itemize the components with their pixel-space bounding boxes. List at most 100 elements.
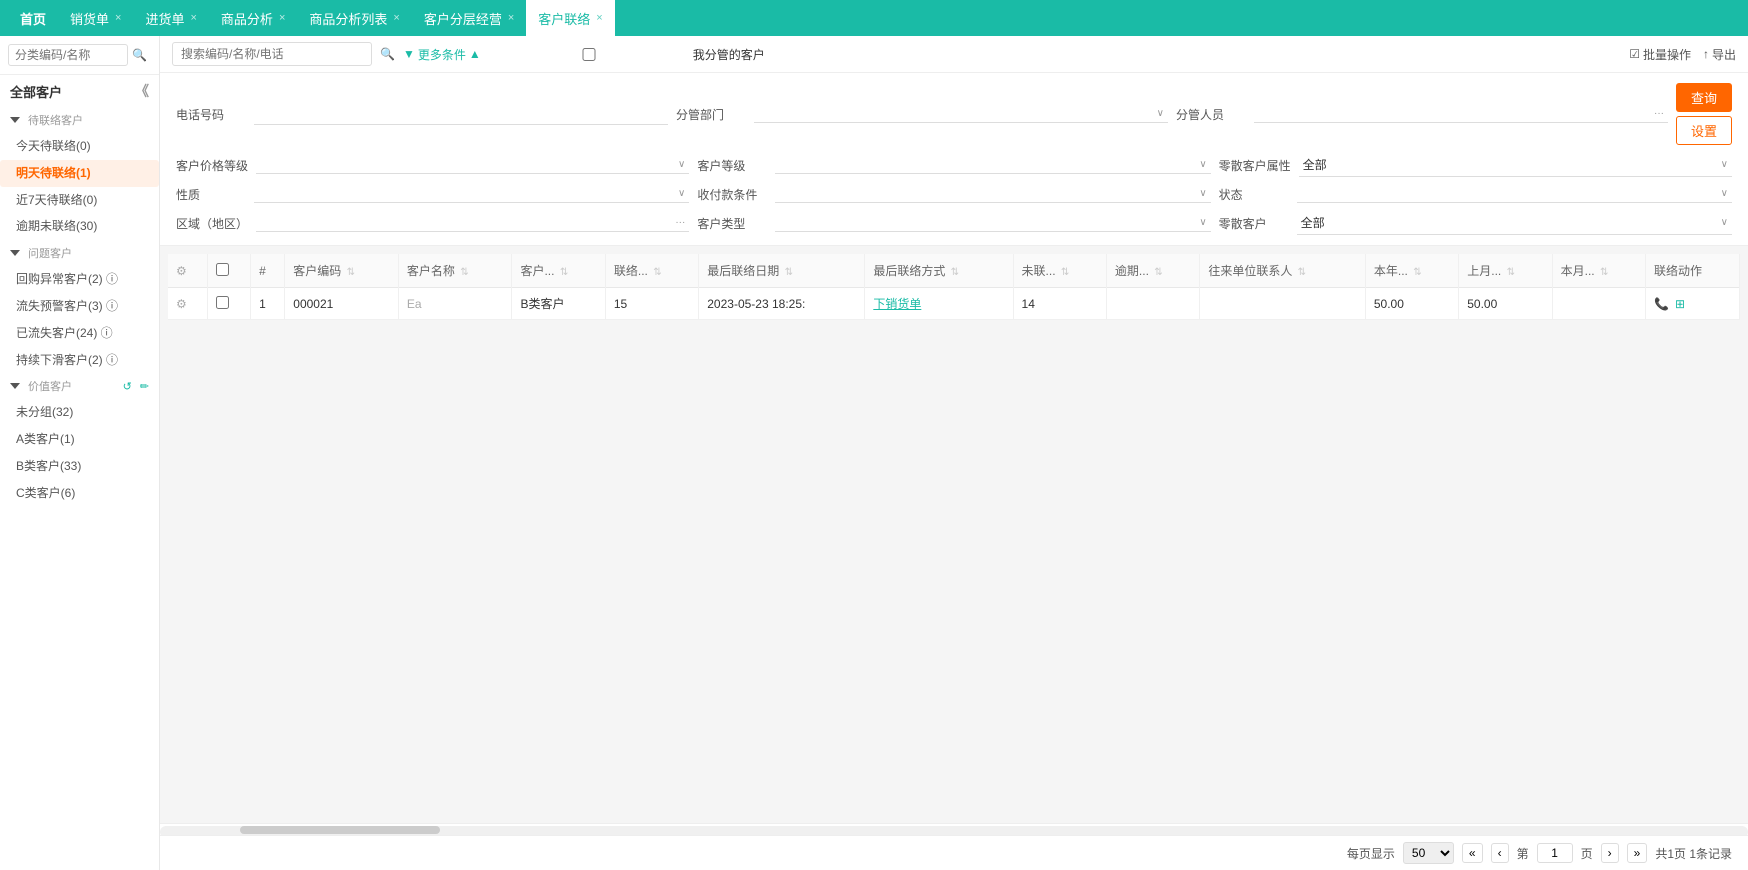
area-field: 区域（地区） ··· [176, 214, 689, 232]
close-customer-tier-icon[interactable]: × [508, 12, 514, 24]
nav-customer-contact[interactable]: 客户联络 × [526, 0, 614, 36]
row-gear[interactable]: ⚙ [168, 288, 207, 320]
gear-col-header[interactable]: ⚙ [168, 254, 207, 288]
col-unit-contact[interactable]: 往来单位联系人 ⇅ [1200, 254, 1366, 288]
customer-type-select[interactable]: ∨ [775, 214, 1210, 232]
sidebar-item-class-a[interactable]: A类客户(1) [0, 426, 159, 453]
batch-action-btn[interactable]: ☑ 批量操作 [1629, 46, 1691, 63]
area-select[interactable]: ··· [256, 214, 689, 232]
row-checkbox[interactable] [207, 288, 250, 320]
sidebar-item-lost[interactable]: 已流失客户(24) ⓘ [0, 320, 159, 347]
my-customers-checkbox[interactable] [489, 48, 689, 61]
grid-icon[interactable]: ⊞ [1675, 297, 1685, 311]
row-code: 000021 [285, 288, 399, 320]
export-btn[interactable]: ↑ 导出 [1703, 46, 1736, 63]
sidebar-search-input[interactable] [8, 44, 128, 66]
col-last-contact-method[interactable]: 最后联络方式 ⇅ [865, 254, 1013, 288]
phone-input[interactable] [254, 104, 668, 125]
page-number-input[interactable] [1537, 843, 1573, 863]
next-page-btn[interactable]: › [1601, 843, 1619, 863]
all-customers-header[interactable]: 全部客户 《 [0, 75, 159, 107]
sidebar-item-ungrouped[interactable]: 未分组(32) [0, 399, 159, 426]
customer-type-field: 客户类型 ∨ [697, 214, 1210, 232]
first-page-btn[interactable]: « [1462, 843, 1483, 863]
row-index: 1 [251, 288, 285, 320]
nav-sales[interactable]: 销货单 × [58, 0, 133, 36]
sidebar-item-lost-risk[interactable]: 流失预警客户(3) ⓘ [0, 293, 159, 320]
retail-customer-label: 零散客户 [1219, 215, 1289, 232]
sort-this-year-icon: ⇅ [1413, 267, 1421, 278]
phone-label: 电话号码 [176, 106, 246, 123]
search-btn[interactable]: 🔍 [380, 47, 395, 61]
prev-page-btn[interactable]: ‹ [1491, 843, 1509, 863]
value-customers-toggle-icon[interactable] [10, 383, 20, 389]
row-name: Ea [398, 288, 512, 320]
query-button[interactable]: 查询 [1676, 83, 1732, 112]
close-customer-contact-icon[interactable]: × [596, 12, 602, 24]
pending-contact-toggle-icon[interactable] [10, 117, 20, 123]
col-class[interactable]: 客户... ⇅ [512, 254, 605, 288]
close-sales-icon[interactable]: × [115, 12, 121, 24]
nav-analysis[interactable]: 商品分析 × [209, 0, 297, 36]
row-last-contact-method[interactable]: 下销货单 [865, 288, 1013, 320]
value-edit-icon[interactable]: ✏ [140, 380, 149, 393]
dept-select[interactable]: ∨ [754, 105, 1168, 123]
nav-purchase[interactable]: 进货单 × [133, 0, 208, 36]
col-name[interactable]: 客户名称 ⇅ [398, 254, 512, 288]
my-customers-checkbox-label[interactable]: 我分管的客户 [489, 46, 765, 63]
col-this-month[interactable]: 本月... ⇅ [1552, 254, 1645, 288]
area-chevron-icon: ··· [675, 217, 685, 228]
retail-customer-select[interactable]: 全部 ∨ [1297, 211, 1732, 235]
problem-customers-toggle-icon[interactable] [10, 250, 20, 256]
more-conditions-btn[interactable]: ▼ 更多条件 ▲ [403, 46, 481, 63]
pending-contact-label: 待联络客户 [28, 112, 83, 128]
col-last-contact-date[interactable]: 最后联络日期 ⇅ [699, 254, 865, 288]
col-code[interactable]: 客户编码 ⇅ [285, 254, 399, 288]
nav-home[interactable]: 首页 [8, 0, 58, 36]
collapse-all-icon[interactable]: 《 [135, 81, 149, 101]
col-this-year[interactable]: 本年... ⇅ [1365, 254, 1458, 288]
sort-date-icon: ⇅ [785, 267, 793, 278]
sidebar-item-class-c[interactable]: C类客户(6) [0, 480, 159, 507]
close-analysis-icon[interactable]: × [279, 12, 285, 24]
col-overdue[interactable]: 逾期... ⇅ [1106, 254, 1199, 288]
phone-icon[interactable]: 📞 [1654, 297, 1669, 311]
col-contact-count[interactable]: 联络... ⇅ [605, 254, 698, 288]
horizontal-scrollbar[interactable] [160, 823, 1748, 835]
scrollbar-thumb[interactable] [240, 826, 440, 834]
filter-row-1: 电话号码 分管部门 ∨ 分管人员 ··· [176, 83, 1732, 145]
sidebar-item-tomorrow[interactable]: 明天待联络(1) [0, 160, 159, 187]
status-select[interactable]: ∨ [1297, 185, 1732, 203]
advanced-filters: 电话号码 分管部门 ∨ 分管人员 ··· [160, 73, 1748, 246]
nav-analysis-list[interactable]: 商品分析列表 × [297, 0, 411, 36]
search-input[interactable] [172, 42, 372, 66]
price-level-select[interactable]: ∨ [256, 156, 689, 174]
per-page-select[interactable]: 50 100 200 [1403, 842, 1454, 864]
sidebar-search-icon[interactable]: 🔍 [132, 48, 147, 62]
last-page-btn[interactable]: » [1627, 843, 1648, 863]
value-refresh-icon[interactable]: ↺ [123, 380, 132, 393]
settings-button[interactable]: 设置 [1676, 116, 1732, 145]
col-not-contacted[interactable]: 未联... ⇅ [1013, 254, 1106, 288]
sidebar-item-week7[interactable]: 近7天待联络(0) [0, 187, 159, 214]
close-purchase-icon[interactable]: × [190, 12, 196, 24]
sidebar-item-overdue[interactable]: 逾期未联络(30) [0, 213, 159, 240]
sidebar-item-repurchase[interactable]: 回购异常客户(2) ⓘ [0, 266, 159, 293]
checkbox-col-header[interactable] [207, 254, 250, 288]
row-last-contact-date: 2023-05-23 18:25: [699, 288, 865, 320]
close-analysis-list-icon[interactable]: × [393, 12, 399, 24]
payment-select[interactable]: ∨ [775, 185, 1210, 203]
last-contact-link[interactable]: 下销货单 [873, 297, 921, 311]
gender-chevron-icon: ∨ [678, 188, 685, 199]
sidebar-item-declining[interactable]: 持续下滑客户(2) ⓘ [0, 347, 159, 374]
sidebar-item-class-b[interactable]: B类客户(33) [0, 453, 159, 480]
sidebar: 🔍 全部客户 《 待联络客户 今天待联络(0) 明天待联络(1) 近7天待联络(… [0, 36, 160, 870]
col-last-month[interactable]: 上月... ⇅ [1459, 254, 1552, 288]
gender-select[interactable]: ∨ [254, 185, 689, 203]
select-all-checkbox[interactable] [216, 263, 229, 276]
nav-customer-tier[interactable]: 客户分层经营 × [412, 0, 526, 36]
manager-select[interactable]: ··· [1254, 105, 1668, 123]
retail-attr-select[interactable]: 全部 ∨ [1299, 153, 1732, 177]
customer-level-select[interactable]: ∨ [775, 156, 1210, 174]
sidebar-item-today[interactable]: 今天待联络(0) [0, 133, 159, 160]
